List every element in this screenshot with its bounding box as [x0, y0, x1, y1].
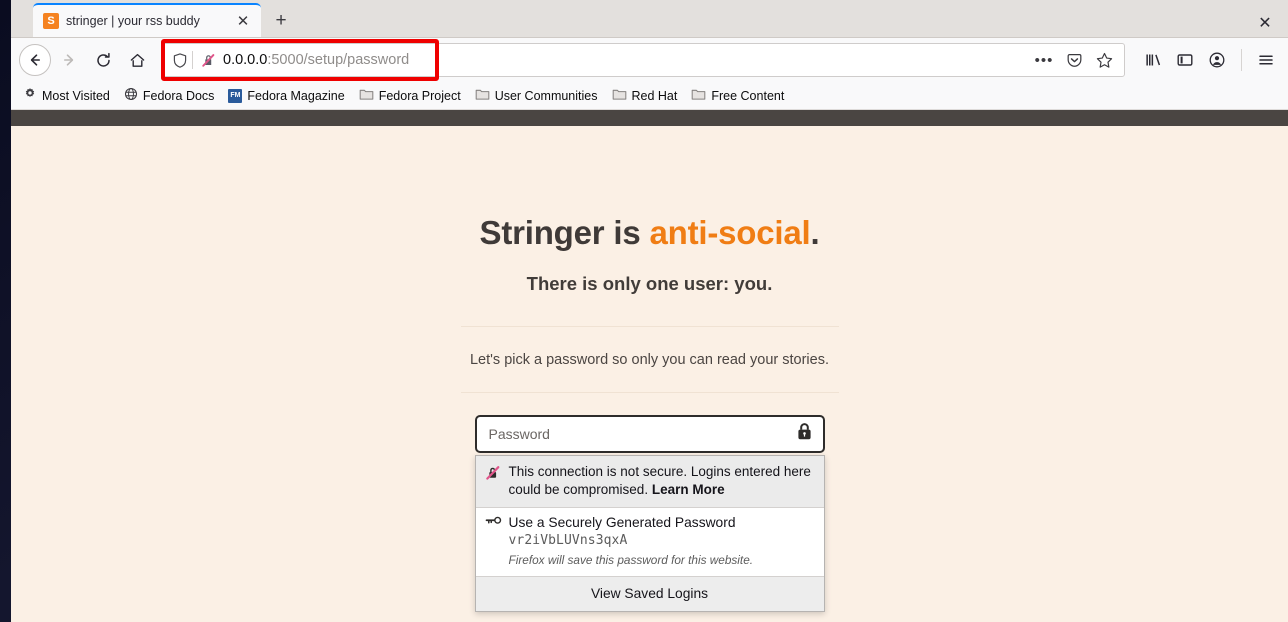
generate-password-option[interactable]: Use a Securely Generated Password vr2iVb…	[475, 507, 824, 576]
toolbar-separator	[1241, 49, 1242, 71]
generate-password-label: Use a Securely Generated Password	[508, 514, 736, 530]
navigation-toolbar: 0.0.0.0:5000/setup/password •••	[11, 38, 1288, 82]
globe-icon	[124, 87, 138, 104]
folder-icon	[475, 88, 490, 104]
view-saved-logins-button[interactable]: View Saved Logins	[475, 575, 824, 611]
bookmark-user-communities[interactable]: User Communities	[475, 88, 598, 104]
bookmark-fedora-magazine[interactable]: FM Fedora Magazine	[228, 88, 345, 103]
close-window-button[interactable]: ✕	[1256, 14, 1274, 32]
password-placeholder: Password	[488, 426, 550, 442]
pocket-icon[interactable]	[1060, 46, 1088, 74]
generate-password-row: Use a Securely Generated Password	[485, 515, 814, 530]
bookmark-free-content[interactable]: Free Content	[691, 88, 784, 104]
bookmark-label: Fedora Project	[378, 88, 461, 103]
bookmark-fedora-docs[interactable]: Fedora Docs	[124, 87, 215, 104]
divider-bottom	[460, 392, 839, 393]
page-actions-icon[interactable]: •••	[1030, 46, 1058, 74]
bookmark-label: User Communities	[494, 88, 598, 103]
sidebar-icon[interactable]	[1171, 46, 1199, 74]
bookmark-most-visited[interactable]: Most Visited	[23, 87, 110, 104]
bookmark-label: Fedora Docs	[142, 88, 215, 103]
headline-accent: anti-social	[649, 214, 811, 251]
new-tab-button[interactable]: +	[271, 10, 291, 30]
headline-suffix: .	[810, 214, 820, 251]
site-top-bar	[11, 110, 1288, 126]
folder-icon	[691, 88, 706, 104]
browser-window: S stringer | your rss buddy ✕ + ✕ 0.0.0.…	[11, 0, 1288, 622]
tracking-protection-shield-icon[interactable]	[170, 52, 190, 68]
bookmarks-toolbar: Most Visited Fedora Docs FM Fedora Magaz…	[11, 82, 1288, 110]
star-icon[interactable]	[1090, 46, 1118, 74]
url-bar-container: 0.0.0.0:5000/setup/password •••	[161, 39, 1125, 81]
bookmark-label: Most Visited	[42, 88, 110, 103]
crossed-out-lock-icon	[485, 465, 501, 484]
url-host: 0.0.0.0	[223, 52, 268, 68]
folder-icon	[359, 88, 374, 104]
library-icon[interactable]	[1139, 46, 1167, 74]
fedora-magazine-badge-icon: FM	[228, 88, 243, 103]
url-bar[interactable]: 0.0.0.0:5000/setup/password •••	[161, 43, 1125, 77]
lock-icon	[796, 422, 813, 446]
password-input[interactable]: Password	[474, 415, 825, 453]
back-button[interactable]	[19, 44, 51, 76]
account-icon[interactable]	[1203, 46, 1231, 74]
url-action-buttons: •••	[1030, 46, 1124, 74]
forward-button[interactable]	[53, 44, 85, 76]
close-tab-icon[interactable]: ✕	[233, 11, 253, 31]
generated-password-value: vr2iVbLUVns3qxA	[508, 532, 628, 548]
crossed-out-lock-icon[interactable]	[199, 53, 217, 68]
password-form: Password This connection is not secure. …	[474, 415, 825, 612]
insecure-warning-text: This connection is not secure. Logins en…	[509, 463, 814, 499]
bookmark-red-hat[interactable]: Red Hat	[612, 88, 678, 104]
page-title: Stringer is anti-social.	[480, 214, 820, 252]
generate-password-note: Firefox will save this password for this…	[508, 552, 754, 567]
bookmark-label: Fedora Magazine	[247, 88, 345, 103]
home-button[interactable]	[121, 44, 153, 76]
password-autocomplete-dropdown: This connection is not secure. Logins en…	[474, 455, 825, 612]
tab-favicon: S	[43, 13, 59, 29]
reload-button[interactable]	[87, 44, 119, 76]
key-icon	[485, 515, 502, 530]
divider-top	[460, 326, 839, 327]
insecure-connection-warning: This connection is not secure. Logins en…	[475, 456, 824, 508]
folder-icon	[612, 88, 627, 104]
toolbar-right-buttons	[1133, 46, 1280, 74]
bookmark-label: Free Content	[711, 88, 785, 103]
page-content: Stringer is anti-social. There is only o…	[11, 110, 1288, 622]
tab-strip: S stringer | your rss buddy ✕ + ✕	[11, 0, 1288, 38]
url-text: 0.0.0.0:5000/setup/password	[223, 52, 409, 68]
url-path: :5000/setup/password	[267, 52, 410, 68]
page-instruction: Let's pick a password so only you can re…	[469, 352, 829, 368]
headline-prefix: Stringer is	[479, 214, 650, 251]
learn-more-link[interactable]: Learn More	[652, 482, 725, 497]
bookmark-fedora-project[interactable]: Fedora Project	[359, 88, 461, 104]
url-separator	[192, 51, 193, 69]
browser-tab[interactable]: S stringer | your rss buddy ✕	[33, 3, 261, 37]
hamburger-menu-icon[interactable]	[1252, 46, 1280, 74]
page-subtitle: There is only one user: you.	[526, 273, 773, 294]
gear-icon	[23, 87, 37, 104]
tab-title: stringer | your rss buddy	[66, 14, 200, 28]
bookmark-label: Red Hat	[631, 88, 678, 103]
setup-password-page: Stringer is anti-social. There is only o…	[11, 126, 1288, 612]
